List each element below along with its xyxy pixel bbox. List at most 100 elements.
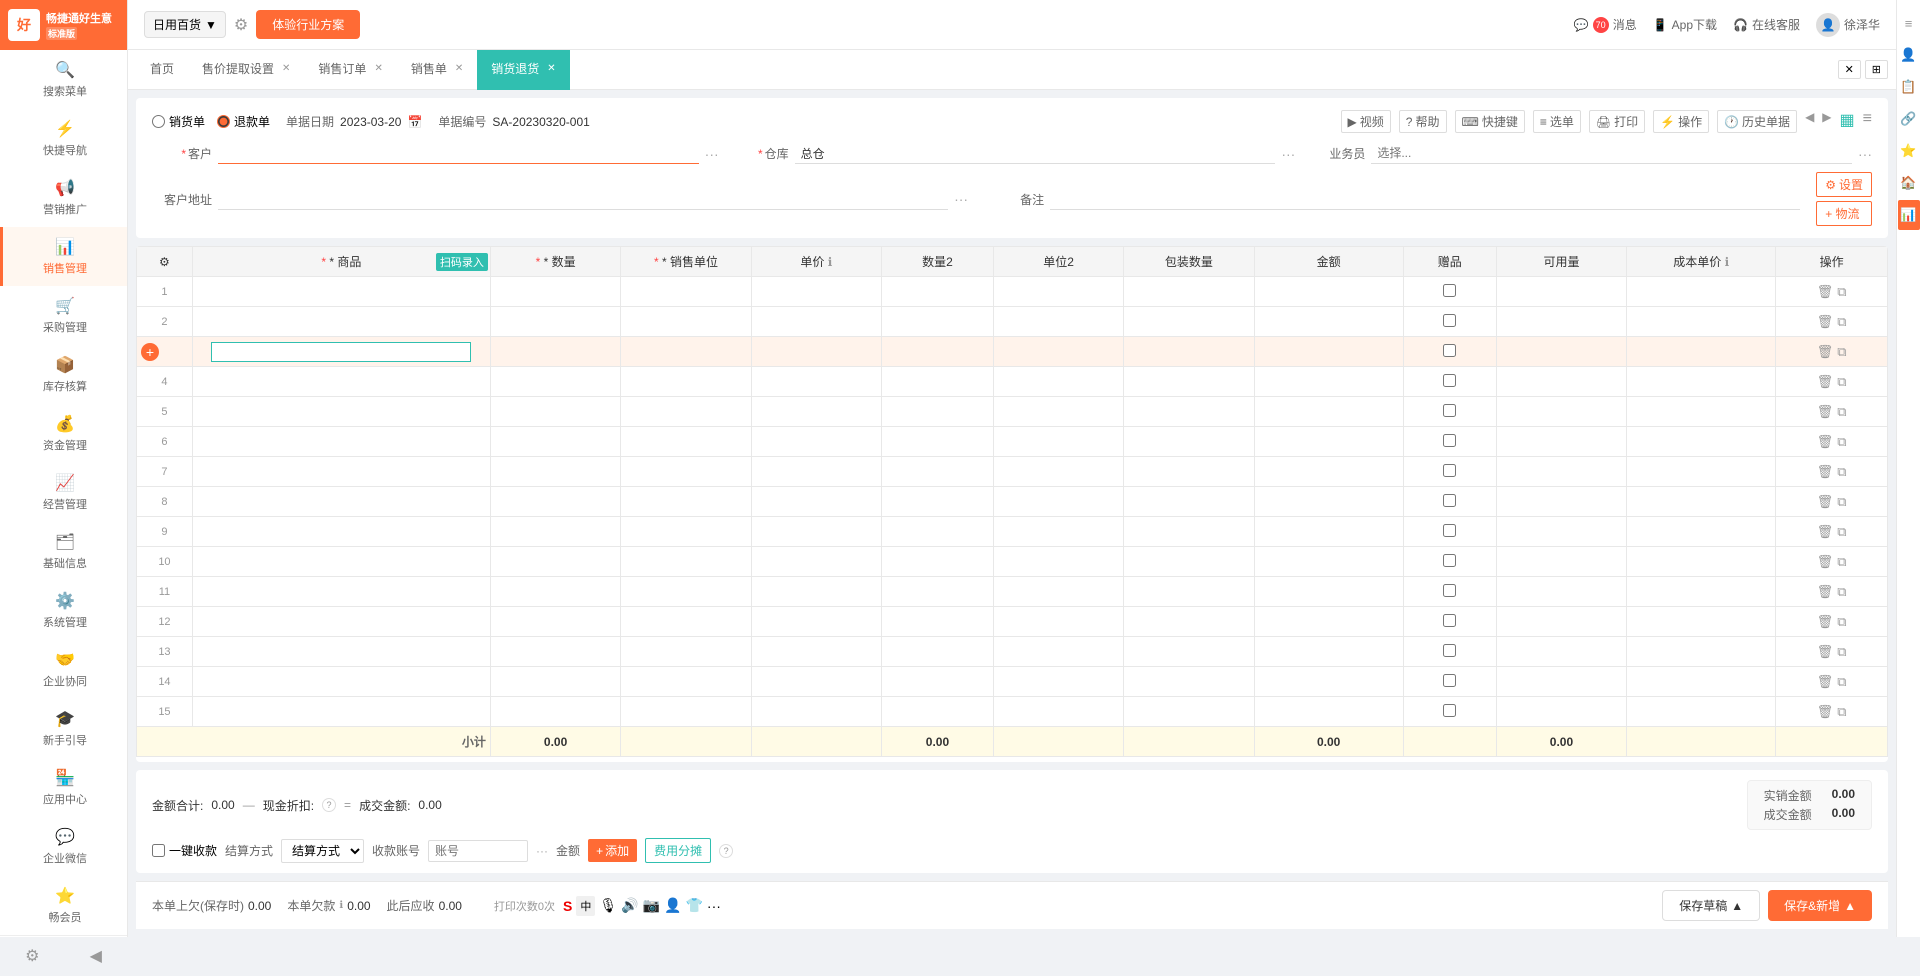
row-cost-4[interactable] <box>1627 367 1776 397</box>
cost-info-icon[interactable]: ℹ <box>1725 255 1730 269</box>
row-qty2-10[interactable] <box>882 547 994 577</box>
row-amount-6[interactable] <box>1254 427 1403 457</box>
row-unit2-11[interactable] <box>993 577 1123 607</box>
row-avail-7[interactable] <box>1496 457 1626 487</box>
copy-icon-14[interactable]: ⧉ <box>1837 674 1846 690</box>
gift-checkbox-4[interactable] <box>1443 374 1456 387</box>
row-ops-6[interactable]: 🗑 ⧉ <box>1776 427 1888 457</box>
row-product-2[interactable] <box>192 307 490 337</box>
row-gift-9[interactable] <box>1403 517 1496 547</box>
row-unit2-10[interactable] <box>993 547 1123 577</box>
row-price-6[interactable] <box>751 427 881 457</box>
row-unit-8[interactable] <box>621 487 751 517</box>
row-packqty-7[interactable] <box>1124 457 1254 487</box>
row-avail-3[interactable] <box>1496 337 1626 367</box>
row-packqty-12[interactable] <box>1124 607 1254 637</box>
expand-tab-button[interactable]: ⊞ <box>1865 60 1888 79</box>
delete-icon-14[interactable]: 🗑 <box>1817 674 1834 690</box>
row-cost-15[interactable] <box>1627 697 1776 727</box>
online-service-item[interactable]: 🎧 在线客服 <box>1733 16 1800 33</box>
row-price-15[interactable] <box>751 697 881 727</box>
row-gift-14[interactable] <box>1403 667 1496 697</box>
row-price-5[interactable] <box>751 397 881 427</box>
photo-icon[interactable]: 📷 <box>643 897 660 914</box>
row-product-1[interactable] <box>192 277 490 307</box>
delete-icon-3[interactable]: 🗑 <box>1817 344 1834 360</box>
sidebar-item-system[interactable]: ⚙️ 系统管理 <box>0 581 127 640</box>
delete-icon-13[interactable]: 🗑 <box>1817 644 1834 660</box>
row-cost-6[interactable] <box>1627 427 1776 457</box>
row-amount-2[interactable] <box>1254 307 1403 337</box>
row-amount-7[interactable] <box>1254 457 1403 487</box>
row-amount-8[interactable] <box>1254 487 1403 517</box>
row-unit2-3[interactable] <box>993 337 1123 367</box>
delete-icon-11[interactable]: 🗑 <box>1817 584 1834 600</box>
row-packqty-9[interactable] <box>1124 517 1254 547</box>
sidebar-item-marketing[interactable]: 📢 营销推广 <box>0 168 127 227</box>
row-ops-1[interactable]: 🗑 ⧉ <box>1776 277 1888 307</box>
sidebar-item-appstore[interactable]: 🏪 应用中心 <box>0 758 127 817</box>
row-qty2-3[interactable] <box>882 337 994 367</box>
row-qty-13[interactable] <box>490 637 620 667</box>
delete-icon-15[interactable]: 🗑 <box>1817 704 1834 720</box>
right-panel-icon-7[interactable]: 📊 <box>1898 200 1920 230</box>
row-unit-13[interactable] <box>621 637 751 667</box>
row-packqty-4[interactable] <box>1124 367 1254 397</box>
row-ops-4[interactable]: 🗑 ⧉ <box>1776 367 1888 397</box>
row-product-13[interactable] <box>192 637 490 667</box>
copy-icon-10[interactable]: ⧉ <box>1837 554 1846 570</box>
tab-home[interactable]: 首页 <box>136 50 188 90</box>
expense-button[interactable]: 费用分摊 <box>645 838 711 863</box>
row-unit2-13[interactable] <box>993 637 1123 667</box>
row-ops-5[interactable]: 🗑 ⧉ <box>1776 397 1888 427</box>
row-qty2-14[interactable] <box>882 667 994 697</box>
right-panel-icon-4[interactable]: 🔗 <box>1898 104 1920 134</box>
print-button[interactable]: 🖨 打印 <box>1589 110 1645 133</box>
row-unit2-9[interactable] <box>993 517 1123 547</box>
tab-close-sales-order[interactable]: ✕ <box>374 63 382 74</box>
address-input[interactable] <box>218 189 948 210</box>
row-cost-12[interactable] <box>1627 607 1776 637</box>
row-product-5[interactable] <box>192 397 490 427</box>
barcode-button[interactable]: 扫码录入 <box>436 253 488 271</box>
gift-checkbox-1[interactable] <box>1443 284 1456 297</box>
row-product-10[interactable] <box>192 547 490 577</box>
sidebar-item-wechat[interactable]: 💬 企业微信 <box>0 817 127 876</box>
row-ops-3[interactable]: 🗑 ⧉ <box>1776 337 1888 367</box>
row-packqty-14[interactable] <box>1124 667 1254 697</box>
close-tab-button[interactable]: ✕ <box>1838 60 1861 79</box>
sidebar-item-purchase[interactable]: 🛒 采购管理 <box>0 286 127 345</box>
row-amount-12[interactable] <box>1254 607 1403 637</box>
row-qty-9[interactable] <box>490 517 620 547</box>
row-cost-8[interactable] <box>1627 487 1776 517</box>
delete-icon-12[interactable]: 🗑 <box>1817 614 1834 630</box>
row-qty-14[interactable] <box>490 667 620 697</box>
salesperson-dots[interactable]: ··· <box>1858 146 1872 162</box>
sidebar-item-member[interactable]: ⭐ 畅会员 <box>0 876 127 935</box>
row-ops-8[interactable]: 🗑 ⧉ <box>1776 487 1888 517</box>
row-price-11[interactable] <box>751 577 881 607</box>
row-avail-14[interactable] <box>1496 667 1626 697</box>
row-price-12[interactable] <box>751 607 881 637</box>
shortcut-button[interactable]: ⌨ 快捷键 <box>1455 110 1525 133</box>
dots-icon[interactable]: ··· <box>707 898 721 914</box>
row-price-8[interactable] <box>751 487 881 517</box>
row-avail-4[interactable] <box>1496 367 1626 397</box>
copy-icon-7[interactable]: ⧉ <box>1837 464 1846 480</box>
row-gift-4[interactable] <box>1403 367 1496 397</box>
gift-checkbox-6[interactable] <box>1443 434 1456 447</box>
collapse-icon[interactable]: ◀ <box>90 946 102 966</box>
row-unit2-14[interactable] <box>993 667 1123 697</box>
row-amount-4[interactable] <box>1254 367 1403 397</box>
row-qty2-9[interactable] <box>882 517 994 547</box>
history-button[interactable]: 🕐 历史单据 <box>1717 110 1797 133</box>
info-icon2[interactable]: ? <box>322 798 336 812</box>
gift-checkbox-15[interactable] <box>1443 704 1456 717</box>
radio-sales-input[interactable] <box>152 115 165 128</box>
row-avail-10[interactable] <box>1496 547 1626 577</box>
row-qty2-13[interactable] <box>882 637 994 667</box>
row-price-10[interactable] <box>751 547 881 577</box>
question-icon[interactable]: ? <box>719 844 733 858</box>
industry-select[interactable]: 日用百货 ▼ <box>144 11 226 38</box>
grid-icon1[interactable]: ▦ <box>1840 110 1855 133</box>
